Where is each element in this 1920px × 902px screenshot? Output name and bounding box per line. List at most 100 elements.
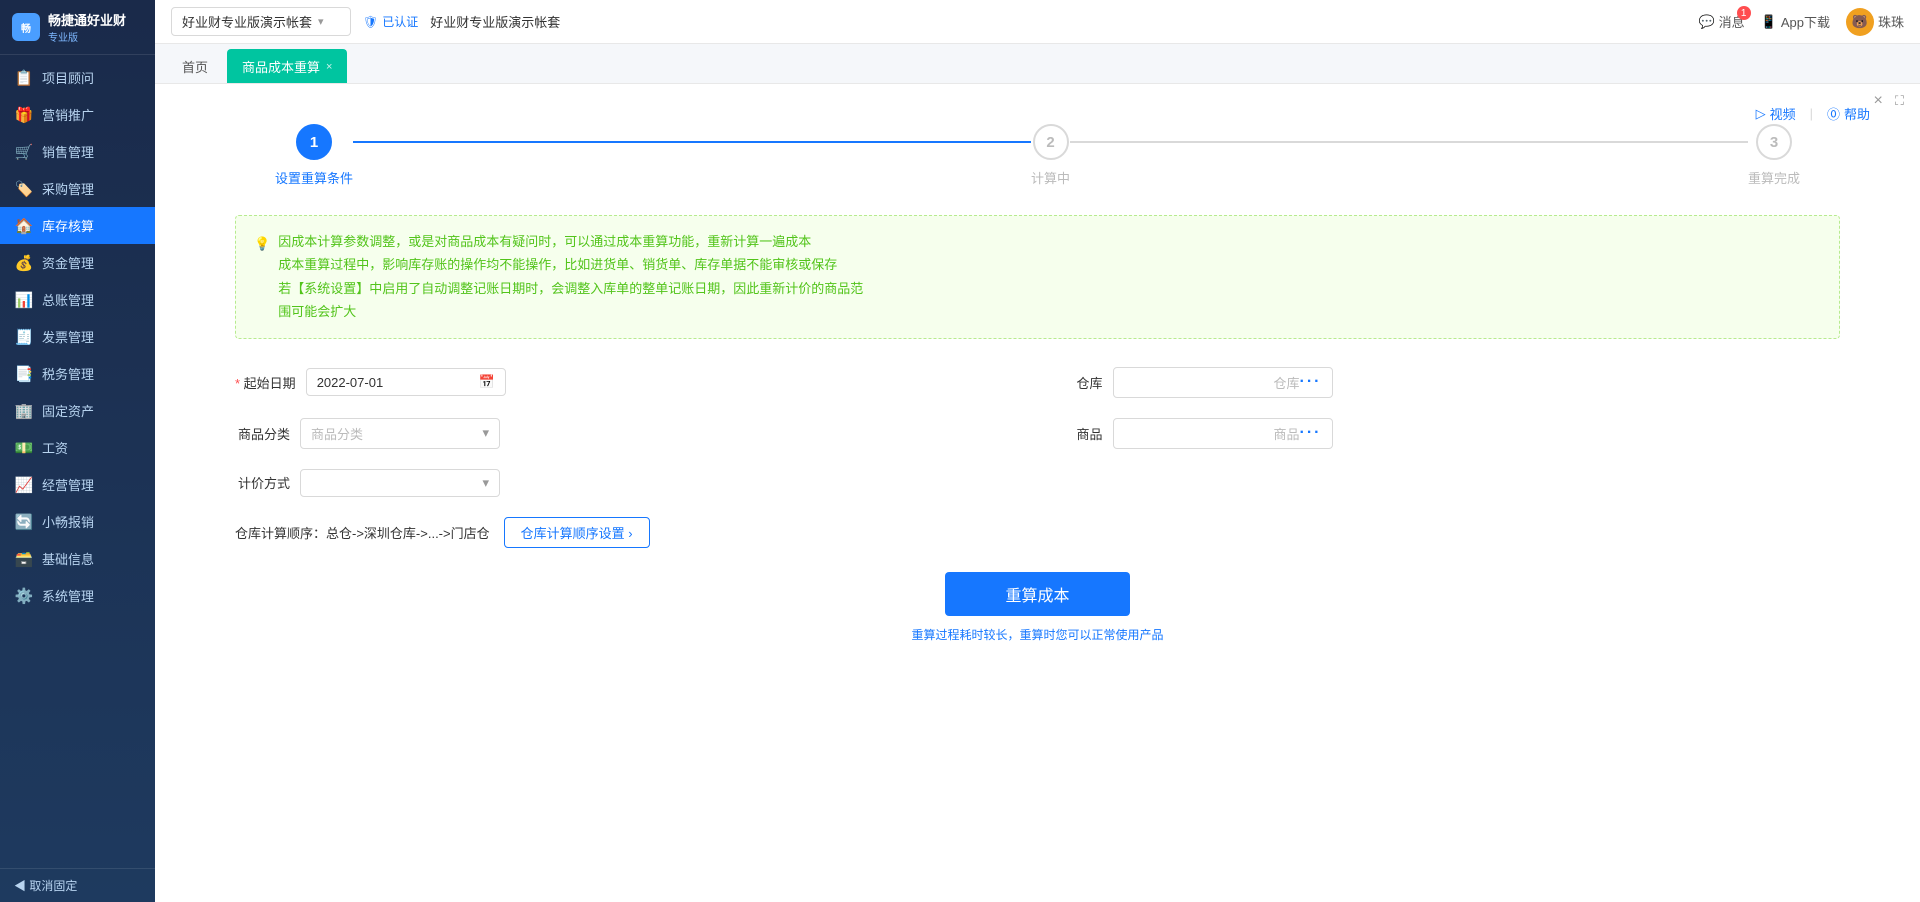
notice-line-2: 成本重算过程中，影响库存账的操作均不能操作，比如进货单、销货单、库存单据不能审核… (278, 253, 863, 276)
app-download-button[interactable]: 📱 App下载 (1761, 12, 1830, 31)
sidebar-item-salary[interactable]: 💵工资 (0, 429, 155, 466)
sidebar-item-label: 基础信息 (42, 549, 94, 568)
message-button[interactable]: 💬 消息 1 (1698, 12, 1744, 31)
main-area: 好业财专业版演示帐套 ▾ 🛡 已认证 好业财专业版演示帐套 💬 消息 1 📱 A… (155, 0, 1920, 902)
start-date-value: 2022-07-01 (317, 375, 479, 390)
step-1-label: 设置重算条件 (275, 168, 353, 187)
video-help-button[interactable]: ▷ 视频 (1756, 104, 1796, 123)
help-label: 帮助 (1844, 104, 1870, 123)
sidebar-item-project[interactable]: 📋项目顾问 (0, 59, 155, 96)
inventory-icon: 🏠 (14, 217, 34, 235)
sidebar-item-system[interactable]: ⚙️系统管理 (0, 577, 155, 614)
price-method-field: 计价方式 ▾ (235, 469, 1028, 497)
price-method-select[interactable]: ▾ (300, 469, 500, 497)
step-2-circle: 2 (1033, 124, 1069, 160)
sidebar-item-sales[interactable]: 🛒销售管理 (0, 133, 155, 170)
system-icon: ⚙️ (14, 587, 34, 605)
form-row-1: 起始日期 2022-07-01 📅 仓库 仓库 ··· (235, 367, 1840, 398)
sidebar-item-finance[interactable]: 💰资金管理 (0, 244, 155, 281)
sidebar-item-accounting[interactable]: 📊总账管理 (0, 281, 155, 318)
project-icon: 📋 (14, 69, 34, 87)
chevron-down-price: ▾ (482, 475, 489, 491)
sidebar: 畅 畅捷通好业财 专业版 📋项目顾问 🎁营销推广 🛒销售管理 🏷️采购管理 🏠 库… (0, 0, 155, 902)
message-badge: 1 (1737, 6, 1751, 20)
sidebar-item-label: 小畅报销 (42, 512, 94, 531)
tab-recalc-label: 商品成本重算 (242, 57, 320, 76)
calc-order-text: 仓库计算顺序：总仓->深圳仓库->...->门店仓 (235, 523, 490, 542)
divider: | (1810, 106, 1813, 121)
sidebar-item-inventory[interactable]: 🏠 库存核算 (0, 207, 155, 244)
tab-close-icon[interactable]: × (326, 61, 332, 73)
warehouse-dots-icon[interactable]: ··· (1300, 373, 1322, 391)
content-area: × ⛶ ▷ 视频 | ⓪ 帮助 1 设置重算条件 (155, 84, 1920, 902)
step-3-num: 3 (1770, 134, 1778, 151)
sidebar-item-label: 库存核算 (42, 216, 94, 235)
notice-line-3: 若【系统设置】中启用了自动调整记账日期时，会调整入库单的整单记账日期，因此重新计… (278, 277, 863, 300)
operation-icon: 📈 (14, 476, 34, 494)
close-window-button[interactable]: × (1874, 92, 1883, 110)
user-avatar[interactable]: 🐻 珠珠 (1846, 8, 1904, 36)
notice-box: 💡 因成本计算参数调整，或是对商品成本有疑问时，可以通过成本重算功能，重新计算一… (235, 215, 1840, 339)
chevron-down-category: ▾ (482, 425, 489, 441)
sidebar-item-invoice[interactable]: 🧾发票管理 (0, 318, 155, 355)
step-2-label: 计算中 (1031, 168, 1070, 187)
sidebar-item-label: 经营管理 (42, 475, 94, 494)
window-controls: × ⛶ (1874, 92, 1904, 110)
account-select-text: 好业财专业版演示帐套 (182, 12, 312, 31)
goods-placeholder: 商品 (1274, 424, 1300, 443)
goods-field: 商品 商品 ··· (1048, 418, 1841, 449)
topbar: 好业财专业版演示帐套 ▾ 🛡 已认证 好业财专业版演示帐套 💬 消息 1 📱 A… (155, 0, 1920, 44)
goods-label: 商品 (1048, 424, 1103, 443)
help-button[interactable]: ⓪ 帮助 (1827, 104, 1870, 123)
play-icon: ▷ (1756, 106, 1766, 122)
help-icon: ⓪ (1827, 104, 1840, 123)
recalc-wrap: 重算成本 重算过程耗时较长，重算时您可以正常使用产品 (235, 572, 1840, 643)
tax-icon: 📑 (14, 365, 34, 383)
steps: 1 设置重算条件 2 计算中 3 重算完成 (155, 104, 1920, 187)
step-3-circle: 3 (1756, 124, 1792, 160)
bulb-icon: 💡 (254, 232, 270, 324)
tab-home[interactable]: 首页 (167, 49, 223, 83)
sidebar-header: 畅 畅捷通好业财 专业版 (0, 0, 155, 55)
step-1: 1 设置重算条件 (275, 124, 353, 187)
app-download-label: App下载 (1781, 12, 1830, 31)
sidebar-item-operation[interactable]: 📈 经营管理 (0, 466, 155, 503)
video-label: 视频 (1770, 104, 1796, 123)
warehouse-select[interactable]: 仓库 ··· (1113, 367, 1333, 398)
sidebar-unpin[interactable]: ◀ 取消固定 (0, 868, 155, 902)
category-placeholder: 商品分类 (311, 424, 363, 443)
calc-order-settings-button[interactable]: 仓库计算顺序设置 › (504, 517, 650, 548)
goods-select[interactable]: 商品 ··· (1113, 418, 1333, 449)
tab-recalc[interactable]: 商品成本重算 × (227, 49, 347, 83)
calendar-icon[interactable]: 📅 (479, 374, 495, 390)
category-select[interactable]: 商品分类 ▾ (300, 418, 500, 449)
expand-window-button[interactable]: ⛶ (1895, 93, 1904, 109)
sidebar-item-basic[interactable]: 🗃️基础信息 (0, 540, 155, 577)
recalc-button[interactable]: 重算成本 (945, 572, 1129, 616)
sidebar-item-purchase[interactable]: 🏷️采购管理 (0, 170, 155, 207)
account-select[interactable]: 好业财专业版演示帐套 ▾ (171, 7, 351, 36)
sidebar-item-expense[interactable]: 🔄小畅报销 (0, 503, 155, 540)
step-1-num: 1 (310, 134, 318, 151)
sidebar-item-label: 销售管理 (42, 142, 94, 161)
username-label: 珠珠 (1878, 12, 1904, 31)
warehouse-label: 仓库 (1048, 373, 1103, 392)
sidebar-item-label: 发票管理 (42, 327, 94, 346)
app-edition: 专业版 (48, 29, 126, 44)
purchase-icon: 🏷️ (14, 180, 34, 198)
unpin-label: ◀ 取消固定 (14, 877, 77, 894)
sidebar-item-label: 税务管理 (42, 364, 94, 383)
notice-line-1: 因成本计算参数调整，或是对商品成本有疑问时，可以通过成本重算功能，重新计算一遍成… (278, 230, 863, 253)
step-3: 3 重算完成 (1748, 124, 1800, 187)
start-date-input[interactable]: 2022-07-01 📅 (306, 368, 506, 396)
form-section: 起始日期 2022-07-01 📅 仓库 仓库 ··· 商 (235, 367, 1840, 643)
phone-icon: 📱 (1761, 14, 1777, 30)
sidebar-item-tax[interactable]: 📑 税务管理 (0, 355, 155, 392)
sidebar-item-marketing[interactable]: 🎁营销推广 (0, 96, 155, 133)
account-name-display: 好业财专业版演示帐套 (430, 12, 560, 31)
help-row: ▷ 视频 | ⓪ 帮助 (1756, 104, 1870, 123)
chevron-down-icon: ▾ (318, 15, 324, 28)
goods-dots-icon[interactable]: ··· (1300, 424, 1322, 442)
start-date-field: 起始日期 2022-07-01 📅 (235, 368, 1028, 396)
sidebar-item-assets[interactable]: 🏢固定资产 (0, 392, 155, 429)
